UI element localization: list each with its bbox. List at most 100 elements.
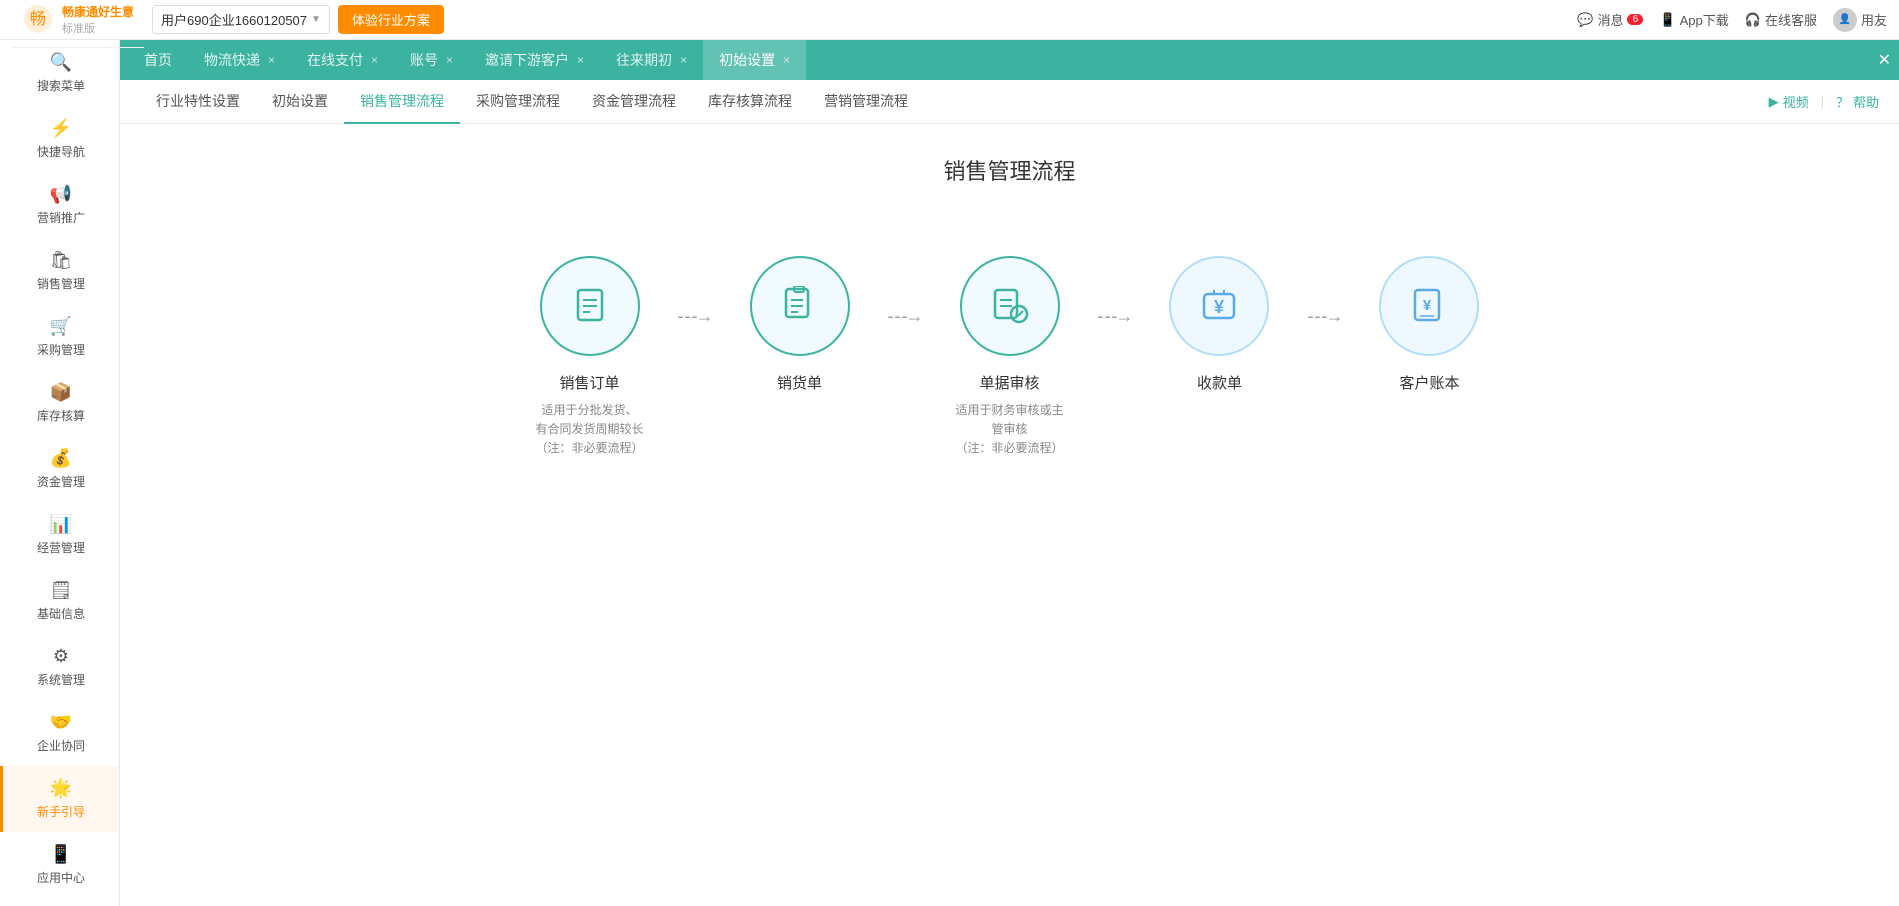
layout: 🔍 搜索菜单 ⚡ 快捷导航 📢 营销推广 🛍 销售管理 🛒 采购管理 📦 库存核… — [0, 40, 1899, 906]
sidebar-item-新手引导[interactable]: 🌟 新手引导 — [0, 766, 119, 832]
sidebar-item-搜索菜单[interactable]: 🔍 搜索菜单 — [0, 40, 119, 106]
sidebar-label-2: 营销推广 — [37, 209, 85, 226]
flow-circle-2 — [960, 256, 1060, 356]
top-bar-left: 畅 畅康通好生意 标准版 用户690企业1660120507 ▼ 体验行业方案 — [12, 0, 444, 48]
sidebar-item-应用中心[interactable]: 📱 应用中心 — [0, 832, 119, 898]
flow-desc-2: 适用于财务审核或主管审核（注：非必要流程） — [955, 401, 1063, 459]
sub-tab-采购管理流程[interactable]: 采购管理流程 — [460, 80, 576, 124]
sidebar-icon-2: 📢 — [50, 184, 72, 205]
sidebar-icon-5: 📦 — [50, 382, 72, 403]
flow-item-单据审核[interactable]: 单据审核 适用于财务审核或主管审核（注：非必要流程） — [930, 256, 1090, 459]
nav-tab-往来期初[interactable]: 往来期初 × — [600, 40, 703, 80]
sidebar-icon-10: 🤝 — [50, 712, 72, 733]
sidebar-label-1: 快捷导航 — [37, 143, 85, 160]
sidebar-icon-3: 🛍 — [50, 250, 73, 271]
logo-text: 畅康通好生意 标准版 — [62, 3, 134, 36]
logo-area: 畅 畅康通好生意 标准版 — [12, 0, 144, 48]
sidebar-icon-9: ⚙ — [53, 646, 69, 667]
svg-text:畅: 畅 — [30, 10, 46, 28]
sidebar-icon-6: 💰 — [50, 448, 72, 469]
nav-tab-close-4[interactable]: × — [577, 53, 584, 67]
download-icon: 📱 — [1659, 12, 1675, 28]
nav-tab-close-3[interactable]: × — [446, 53, 453, 67]
flow-item-销货单[interactable]: 销货单 — [720, 256, 880, 401]
sidebar-label-4: 采购管理 — [37, 341, 85, 358]
message-badge: 6 — [1627, 14, 1643, 25]
sidebar-label-3: 销售管理 — [37, 275, 85, 292]
sidebar-item-企业协同[interactable]: 🤝 企业协同 — [0, 700, 119, 766]
sub-tabs: 行业特性设置初始设置销售管理流程采购管理流程资金管理流程库存核算流程营销管理流程… — [120, 80, 1899, 124]
sidebar-item-采购管理[interactable]: 🛒 采购管理 — [0, 304, 119, 370]
message-item[interactable]: 💬 消息 6 — [1577, 10, 1643, 29]
flow-arrow-3: - - -→ — [1090, 306, 1140, 327]
sidebar-item-经营管理[interactable]: 📊 经营管理 — [0, 502, 119, 568]
sidebar-item-营销推广[interactable]: 📢 营销推广 — [0, 172, 119, 238]
help-icon: ？ — [1836, 92, 1849, 111]
logo-icon: 畅 — [22, 3, 54, 35]
content-area: 销售管理流程 销售订单 适用于分批发货、有合同发货周期较长（注：非必要流程） -… — [120, 124, 1899, 906]
nav-tab-初始设置[interactable]: 初始设置 × — [703, 40, 806, 80]
nav-tab-label-2: 在线支付 — [307, 50, 363, 70]
flow-label-1: 销货单 — [777, 372, 822, 393]
sub-tab-初始设置[interactable]: 初始设置 — [256, 80, 344, 124]
flow-label-0: 销售订单 — [560, 372, 620, 393]
sidebar-icon-4: 🛒 — [50, 316, 72, 337]
sub-tab-库存核算流程[interactable]: 库存核算流程 — [692, 80, 808, 124]
page-title: 销售管理流程 — [140, 154, 1879, 186]
app-download-item[interactable]: 📱 App下载 — [1659, 10, 1728, 29]
sidebar-label-0: 搜索菜单 — [37, 77, 85, 94]
service-icon: 🎧 — [1745, 12, 1761, 28]
nav-tab-close-5[interactable]: × — [680, 53, 687, 67]
sub-tab-销售管理流程[interactable]: 销售管理流程 — [344, 80, 460, 124]
video-help-item[interactable]: ▶ 视频 — [1769, 92, 1809, 111]
help-label: 帮助 — [1853, 92, 1879, 111]
flow-diagram: 销售订单 适用于分批发货、有合同发货周期较长（注：非必要流程） - - -→ 销… — [140, 236, 1879, 479]
flow-item-收款单[interactable]: ¥ 收款单 — [1139, 256, 1299, 401]
flow-arrow-2: - - -→ — [880, 306, 930, 327]
sidebar-item-资金管理[interactable]: 💰 资金管理 — [0, 436, 119, 502]
sidebar-icon-12: 📱 — [50, 844, 72, 865]
nav-tab-close-1[interactable]: × — [268, 53, 275, 67]
sidebar-item-快捷导航[interactable]: ⚡ 快捷导航 — [0, 106, 119, 172]
message-icon: 💬 — [1577, 12, 1593, 28]
sidebar-label-8: 基础信息 — [37, 605, 85, 622]
nav-tab-label-6: 初始设置 — [719, 50, 775, 70]
sidebar-item-基础信息[interactable]: 🗒 基础信息 — [0, 568, 119, 634]
help-item[interactable]: ？ 帮助 — [1836, 92, 1879, 111]
sidebar-label-5: 库存核算 — [37, 407, 85, 424]
nav-tab-label-5: 往来期初 — [616, 50, 672, 70]
flow-circle-4: ¥ — [1379, 256, 1479, 356]
close-all-tabs-button[interactable]: ✕ — [1878, 50, 1891, 70]
top-bar: 畅 畅康通好生意 标准版 用户690企业1660120507 ▼ 体验行业方案 … — [0, 0, 1899, 40]
sidebar-item-系统管理[interactable]: ⚙ 系统管理 — [0, 634, 119, 700]
flow-arrow-1: - - -→ — [670, 306, 720, 327]
sub-tab-行业特性设置[interactable]: 行业特性设置 — [140, 80, 256, 124]
sidebar-item-销售管理[interactable]: 🛍 销售管理 — [0, 238, 119, 304]
sidebar-icon-11: 🌟 — [50, 778, 72, 799]
sidebar-icon-1: ⚡ — [50, 118, 72, 139]
sidebar-label-12: 应用中心 — [37, 869, 85, 886]
flow-item-销售订单[interactable]: 销售订单 适用于分批发货、有合同发货周期较长（注：非必要流程） — [510, 256, 670, 459]
nav-tab-label-0: 首页 — [144, 50, 172, 70]
online-service-item[interactable]: 🎧 在线客服 — [1745, 10, 1817, 29]
flow-circle-1 — [750, 256, 850, 356]
nav-tab-label-4: 邀请下游客户 — [485, 50, 569, 70]
sidebar-item-库存核算[interactable]: 📦 库存核算 — [0, 370, 119, 436]
flow-item-客户账本[interactable]: ¥ 客户账本 — [1349, 256, 1509, 401]
sub-tab-资金管理流程[interactable]: 资金管理流程 — [576, 80, 692, 124]
sidebar-label-11: 新手引导 — [37, 803, 85, 820]
user-avatar-item[interactable]: 👤 用友 — [1833, 8, 1887, 32]
sub-tab-营销管理流程[interactable]: 营销管理流程 — [808, 80, 924, 124]
flow-label-2: 单据审核 — [979, 372, 1039, 393]
user-selector[interactable]: 用户690企业1660120507 ▼ — [152, 5, 330, 34]
nav-tab-close-2[interactable]: × — [371, 53, 378, 67]
sub-tabs-right: ▶ 视频 | ？ 帮助 — [1769, 92, 1879, 111]
video-label: 视频 — [1783, 92, 1809, 111]
nav-tab-close-6[interactable]: × — [783, 53, 790, 67]
sidebar-item-企业微信[interactable]: 💬 企业微信 — [0, 898, 119, 906]
sidebar-label-6: 资金管理 — [37, 473, 85, 490]
flow-desc-0: 适用于分批发货、有合同发货周期较长（注：非必要流程） — [536, 401, 644, 459]
nav-tab-邀请下游客户[interactable]: 邀请下游客户 × — [469, 40, 600, 80]
trial-button[interactable]: 体验行业方案 — [338, 5, 444, 34]
flow-arrow-4: - - -→ — [1299, 306, 1349, 327]
